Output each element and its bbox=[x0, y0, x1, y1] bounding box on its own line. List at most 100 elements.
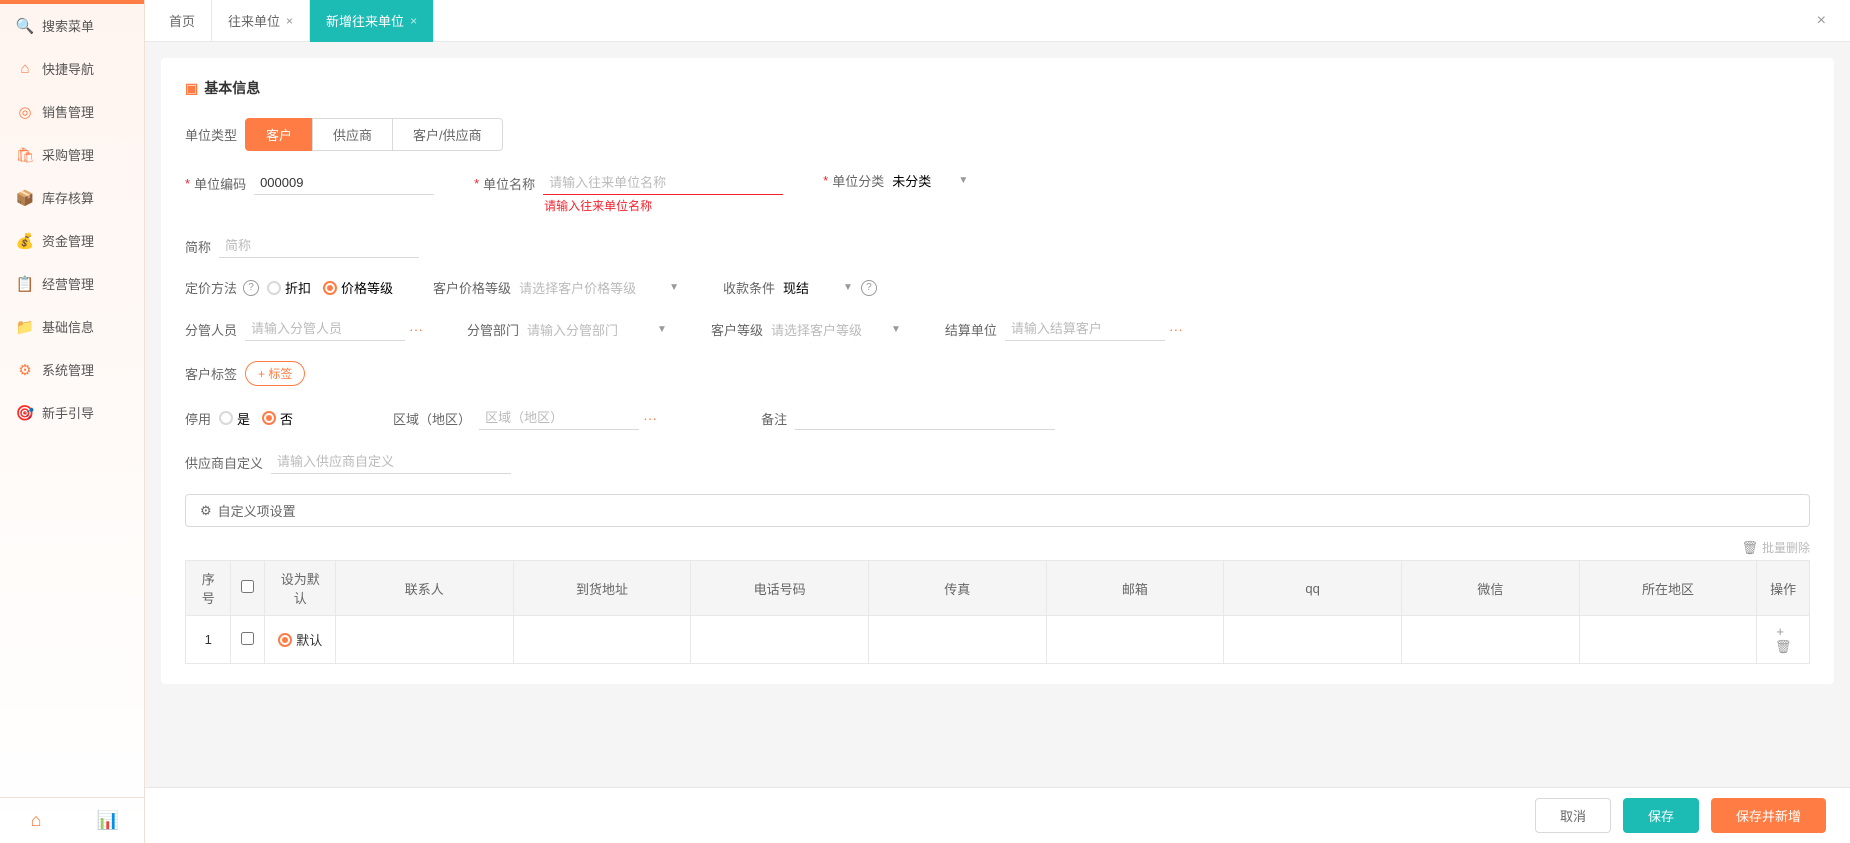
type-btn-both[interactable]: 客户/供应商 bbox=[392, 118, 503, 151]
sidebar-item-finance[interactable]: 💰 资金管理 bbox=[0, 219, 144, 262]
manager-input[interactable] bbox=[245, 317, 405, 341]
pricing-row: 定价方法 ? 折扣 价格等级 bbox=[185, 278, 1810, 297]
sidebar-item-label: 系统管理 bbox=[42, 360, 94, 379]
gear-icon: ⚙ bbox=[200, 503, 212, 519]
customer-price-select-wrapper[interactable]: 请选择客户价格等级 ▼ bbox=[519, 278, 683, 297]
level-radio-circle bbox=[323, 281, 337, 295]
sidebar-item-basics[interactable]: 📁 基础信息 bbox=[0, 305, 144, 348]
short-name-input[interactable] bbox=[219, 234, 419, 258]
sidebar: 🔍 搜索菜单 ⌂ 快捷导航 ◎ 销售管理 🛍 采购管理 📦 库存核算 💰 资金管… bbox=[0, 0, 145, 843]
sidebar-item-search[interactable]: 🔍 搜索菜单 bbox=[0, 4, 144, 47]
manager-ellipsis[interactable]: ··· bbox=[405, 321, 427, 337]
unit-category-select-wrapper: 未分类 ▼ bbox=[892, 171, 972, 190]
unit-category-value: 未分类 bbox=[892, 171, 972, 190]
unit-type-btn-group: 客户 供应商 客户/供应商 bbox=[245, 118, 503, 151]
add-tag-button[interactable]: + 标签 bbox=[245, 361, 305, 386]
customer-tag-field: 客户标签 + 标签 bbox=[185, 361, 305, 386]
batch-delete-label[interactable]: 批量删除 bbox=[1762, 539, 1810, 556]
payment-terms-chevron: ▼ bbox=[843, 282, 853, 293]
sidebar-item-guide[interactable]: 🎯 新手引导 bbox=[0, 391, 144, 434]
type-btn-customer[interactable]: 客户 bbox=[245, 118, 313, 151]
supplier-custom-row: 供应商自定义 bbox=[185, 450, 1810, 474]
window-close-button[interactable]: × bbox=[1801, 12, 1842, 30]
section-title-text: 基本信息 bbox=[204, 78, 260, 98]
customer-price-chevron: ▼ bbox=[669, 282, 679, 293]
unit-name-field: * 单位名称 请输入往来单位名称 bbox=[474, 171, 783, 214]
default-radio[interactable]: 默认 bbox=[275, 630, 325, 649]
sidebar-item-sales[interactable]: ◎ 销售管理 bbox=[0, 90, 144, 133]
sidebar-item-label: 库存核算 bbox=[42, 188, 94, 207]
delete-row-btn[interactable]: 🗑 bbox=[1775, 639, 1792, 654]
custom-settings-button[interactable]: ⚙ 自定义项设置 bbox=[185, 494, 1810, 527]
region-input[interactable] bbox=[479, 406, 639, 430]
sidebar-item-system[interactable]: ⚙ 系统管理 bbox=[0, 348, 144, 391]
contact-input[interactable] bbox=[346, 632, 503, 647]
disabled-no-circle bbox=[262, 411, 276, 425]
region-table-input[interactable] bbox=[1590, 632, 1747, 647]
cell-phone[interactable] bbox=[691, 616, 869, 664]
wechat-input[interactable] bbox=[1412, 632, 1569, 647]
region-label: 区域（地区） bbox=[393, 409, 471, 428]
department-placeholder: 请输入分管部门 bbox=[527, 320, 657, 339]
disabled-row: 停用 是 否 区域（地区） bbox=[185, 406, 1810, 430]
main-area: 首页 往来单位 × 新增往来单位 × × ▣ 基本信息 单位类型 客户 bbox=[145, 0, 1850, 843]
short-name-row: 简称 bbox=[185, 234, 1810, 258]
fax-input[interactable] bbox=[879, 632, 1036, 647]
contacts-table: 序号 设为默认 联系人 到货地址 电话号码 传真 邮箱 qq 微信 所在地区 操… bbox=[185, 560, 1810, 664]
sidebar-item-operations[interactable]: 📋 经营管理 bbox=[0, 262, 144, 305]
phone-input[interactable] bbox=[701, 632, 858, 647]
department-select-wrapper[interactable]: 请输入分管部门 ▼ bbox=[527, 320, 671, 339]
cell-default: 默认 bbox=[265, 616, 336, 664]
department-label: 分管部门 bbox=[467, 320, 519, 339]
tab-home-label: 首页 bbox=[169, 11, 195, 30]
disabled-yes[interactable]: 是 bbox=[219, 409, 250, 428]
email-input[interactable] bbox=[1057, 632, 1214, 647]
cell-wechat[interactable] bbox=[1402, 616, 1580, 664]
save-and-new-button[interactable]: 保存并新增 bbox=[1711, 798, 1826, 833]
supplier-custom-input[interactable] bbox=[271, 450, 511, 474]
region-ellipsis[interactable]: ··· bbox=[639, 410, 661, 426]
cell-email[interactable] bbox=[1046, 616, 1224, 664]
settlement-unit-input[interactable] bbox=[1005, 317, 1165, 341]
cell-contact[interactable] bbox=[335, 616, 513, 664]
settlement-unit-ellipsis[interactable]: ··· bbox=[1165, 321, 1187, 337]
cancel-button[interactable]: 取消 bbox=[1535, 798, 1611, 833]
tab-partners-close[interactable]: × bbox=[286, 14, 293, 28]
customer-level-chevron: ▼ bbox=[891, 324, 901, 335]
unit-code-input[interactable] bbox=[254, 171, 434, 195]
payment-terms-select-wrapper[interactable]: 现结 ▼ bbox=[783, 278, 857, 297]
sidebar-item-quick-nav[interactable]: ⌂ 快捷导航 bbox=[0, 47, 144, 90]
pricing-radio-level[interactable]: 价格等级 bbox=[323, 278, 393, 297]
unit-info-row: * 单位编码 * 单位名称 请输入往来单位名称 bbox=[185, 171, 1810, 214]
type-btn-supplier[interactable]: 供应商 bbox=[312, 118, 393, 151]
unit-name-input[interactable] bbox=[543, 171, 783, 195]
customer-level-placeholder: 请选择客户等级 bbox=[771, 320, 891, 339]
save-button[interactable]: 保存 bbox=[1623, 798, 1699, 833]
sidebar-item-inventory[interactable]: 📦 库存核算 bbox=[0, 176, 144, 219]
tab-partners[interactable]: 往来单位 × bbox=[212, 0, 310, 42]
sidebar-item-purchase[interactable]: 🛍 采购管理 bbox=[0, 133, 144, 176]
cell-address[interactable] bbox=[513, 616, 691, 664]
tab-new-partner-close[interactable]: × bbox=[410, 14, 417, 28]
sidebar-bottom-stats[interactable]: 📊 bbox=[72, 798, 144, 843]
row-checkbox[interactable] bbox=[241, 632, 254, 645]
add-row-btn[interactable]: + bbox=[1776, 624, 1784, 639]
tab-home[interactable]: 首页 bbox=[153, 0, 212, 42]
remarks-input[interactable] bbox=[795, 406, 1055, 430]
pricing-help-icon[interactable]: ? bbox=[243, 280, 259, 296]
disabled-no[interactable]: 否 bbox=[262, 409, 293, 428]
pricing-radio-discount[interactable]: 折扣 bbox=[267, 278, 311, 297]
cell-region[interactable] bbox=[1579, 616, 1757, 664]
sidebar-bottom-home[interactable]: ⌂ bbox=[0, 798, 72, 843]
address-input[interactable] bbox=[524, 632, 681, 647]
select-all-checkbox[interactable] bbox=[241, 580, 254, 593]
cell-fax[interactable] bbox=[868, 616, 1046, 664]
pricing-method-field: 定价方法 ? 折扣 价格等级 bbox=[185, 278, 393, 297]
tab-new-partner[interactable]: 新增往来单位 × bbox=[310, 0, 434, 42]
disabled-radio-group: 是 否 bbox=[219, 409, 293, 428]
cell-checkbox bbox=[231, 616, 265, 664]
customer-level-select-wrapper[interactable]: 请选择客户等级 ▼ bbox=[771, 320, 905, 339]
qq-input[interactable] bbox=[1234, 632, 1391, 647]
payment-help-icon[interactable]: ? bbox=[861, 280, 877, 296]
cell-qq[interactable] bbox=[1224, 616, 1402, 664]
